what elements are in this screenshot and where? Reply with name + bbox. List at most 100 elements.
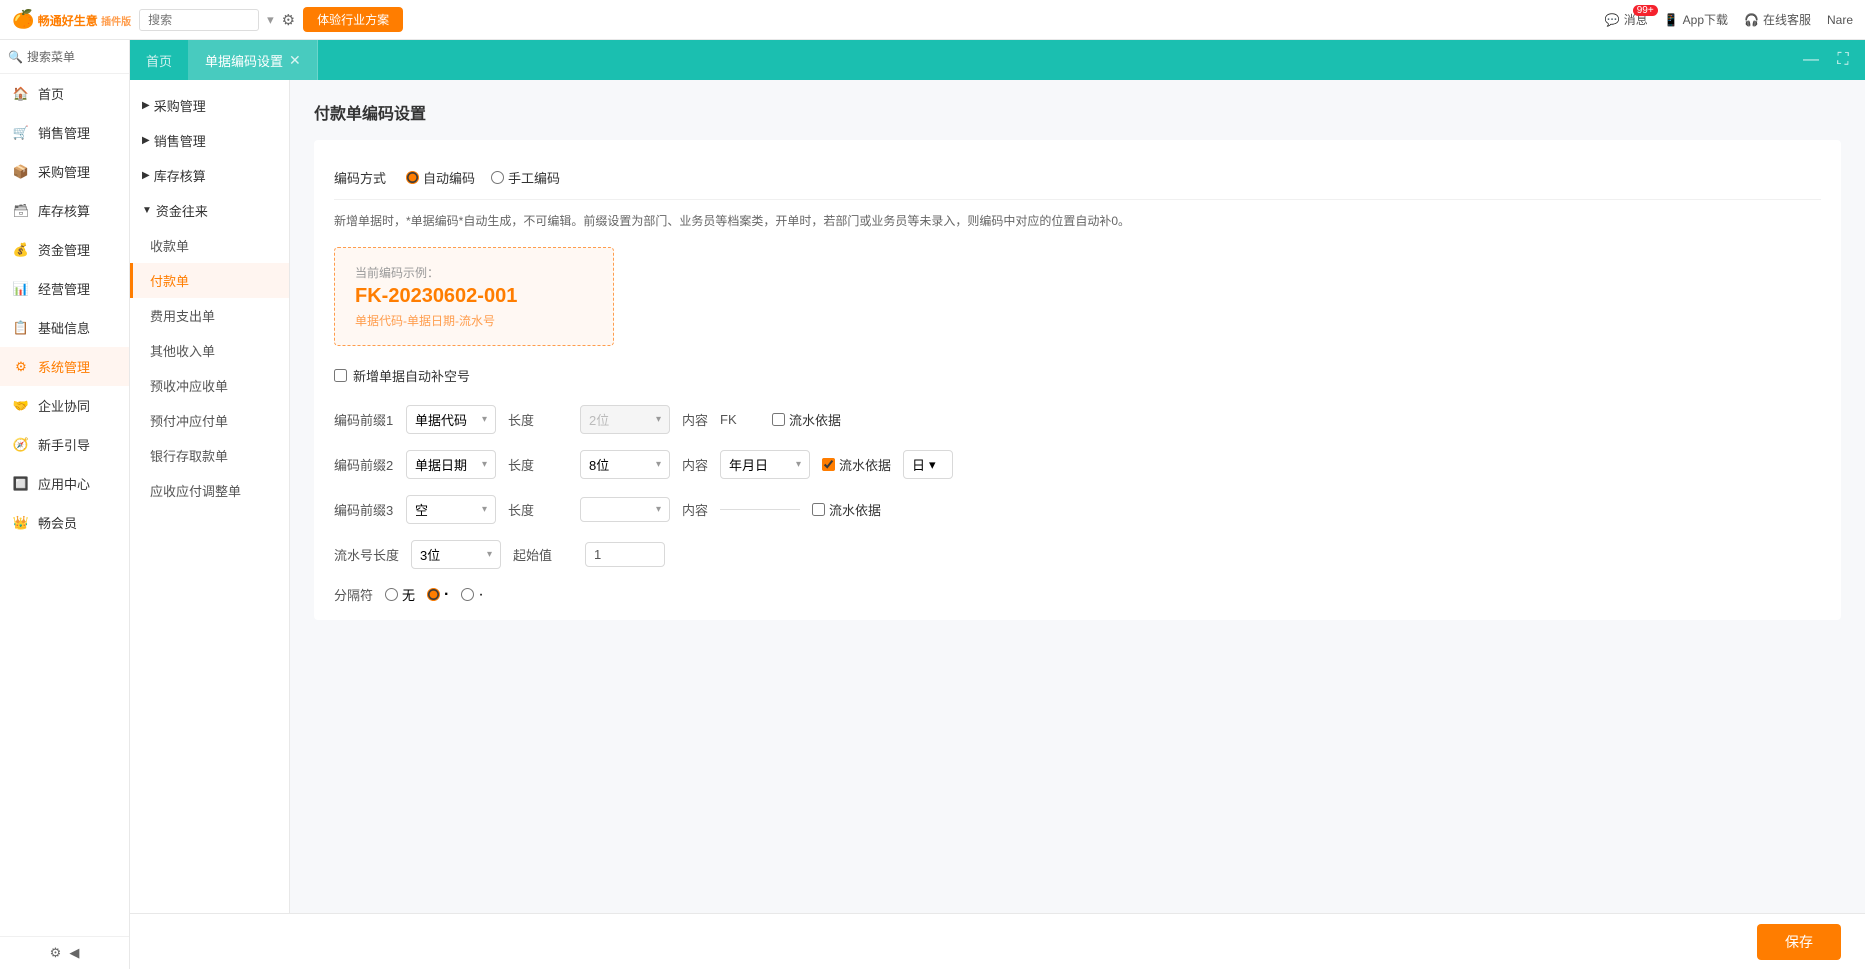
auto-fill-checkbox[interactable] [334, 369, 347, 382]
auto-fill-row: 新增单据自动补空号 [334, 366, 1821, 385]
arrow-right-icon: ▶ [142, 135, 150, 146]
left-sidebar: 🔍 搜索菜单 🏠 首页 🛒 销售管理 📦 采购管理 🗃 库存核算 💰 资金管理 … [0, 40, 130, 969]
top-bar-left: 🍊 畅通好生意 插件版 ▾ ⚙ 体验行业方案 [12, 7, 1597, 32]
separator-none-radio[interactable] [385, 588, 398, 601]
tab-home-label: 首页 [146, 51, 172, 70]
message-btn[interactable]: 💬 消息 99+ [1605, 11, 1648, 28]
serial-basis3-checkbox: 流水依据 [812, 500, 881, 519]
content1-label: 内容 [682, 410, 708, 429]
sidebar-item-label: 采购管理 [38, 162, 90, 181]
service-icon: 🎧 [1744, 13, 1759, 27]
second-sidebar-header-purchase[interactable]: ▶ 采购管理 [130, 88, 289, 123]
separator-dot-option[interactable]: · [427, 586, 449, 604]
serial-basis2-check[interactable] [822, 458, 835, 471]
sidebar-item-manage[interactable]: 📊 经营管理 [0, 269, 129, 308]
tab-bar: 首页 单据编码设置 ✕ — ⛶ [130, 40, 1865, 80]
prefix3-label: 编码前缀3 [334, 500, 394, 519]
select-arrow-icon: ▾ [656, 414, 661, 425]
user-menu[interactable]: Nare [1827, 13, 1853, 27]
sidebar-item-info[interactable]: 📋 基础信息 [0, 308, 129, 347]
separator-dot-radio[interactable] [427, 588, 440, 601]
sidebar-search[interactable]: 🔍 搜索菜单 [0, 40, 129, 74]
separator-none-option[interactable]: 无 [385, 585, 415, 604]
coding-method-row: 编码方式 自动编码 手工编码 [334, 156, 1821, 200]
sidebar-item-sales[interactable]: 🛒 销售管理 [0, 113, 129, 152]
start-value-input[interactable] [585, 542, 665, 567]
second-sidebar-item-advance-receipt[interactable]: 预收冲应收单 [130, 368, 289, 403]
length1-label: 长度 [508, 410, 568, 429]
separator-dot2-option[interactable]: · [461, 586, 483, 604]
manual-coding-radio[interactable] [491, 171, 504, 184]
sidebar-item-label: 企业协同 [38, 396, 90, 415]
sidebar-item-inventory[interactable]: 🗃 库存核算 [0, 191, 129, 230]
second-sidebar-item-advance-payment[interactable]: 预付冲应付单 [130, 403, 289, 438]
manual-coding-option[interactable]: 手工编码 [491, 168, 560, 187]
tab-close-icon[interactable]: ✕ [289, 52, 301, 69]
serial-length-select[interactable]: 3位 ▾ [411, 540, 501, 569]
sidebar-item-system[interactable]: ⚙ 系统管理 [0, 347, 129, 386]
experience-btn[interactable]: 体验行业方案 [303, 7, 403, 32]
page-title: 付款单编码设置 [314, 100, 1841, 124]
collapse-icon[interactable]: ◀ [69, 945, 79, 961]
serial-basis3-check[interactable] [812, 503, 825, 516]
purchase-icon: 📦 [12, 163, 30, 181]
second-sidebar-item-other-income[interactable]: 其他收入单 [130, 333, 289, 368]
second-sidebar-header-sales[interactable]: ▶ 销售管理 [130, 123, 289, 158]
second-sidebar-item-receipt[interactable]: 收款单 [130, 228, 289, 263]
separator-dot2-radio[interactable] [461, 588, 474, 601]
gear-icon[interactable]: ⚙ [282, 11, 295, 29]
second-sidebar-group-purchase: ▶ 采购管理 [130, 88, 289, 123]
content2-select[interactable]: 年月日 ▾ [720, 450, 810, 479]
form-row-prefix1: 编码前缀1 单据代码 ▾ 长度 2位 ▾ 内容 FK [334, 405, 1821, 434]
second-sidebar-item-adjustment[interactable]: 应收应付调整单 [130, 473, 289, 508]
search-input[interactable] [139, 9, 259, 31]
sidebar-item-home[interactable]: 🏠 首页 [0, 74, 129, 113]
serial-length-label: 流水号长度 [334, 545, 399, 564]
sidebar-item-collab[interactable]: 🤝 企业协同 [0, 386, 129, 425]
save-button[interactable]: 保存 [1757, 924, 1841, 960]
prefix2-select[interactable]: 单据日期 ▾ [406, 450, 496, 479]
maximize-icon[interactable]: ⛶ [1829, 46, 1857, 74]
tab-home[interactable]: 首页 [130, 40, 189, 80]
sidebar-item-label: 资金管理 [38, 240, 90, 259]
sidebar-item-label: 新手引导 [38, 435, 90, 454]
second-sidebar-item-bank[interactable]: 银行存取款单 [130, 438, 289, 473]
second-sidebar-group-inventory: ▶ 库存核算 [130, 158, 289, 193]
select-arrow-icon: ▾ [929, 457, 936, 473]
length3-select[interactable]: ▾ [580, 497, 670, 522]
sidebar-item-purchase[interactable]: 📦 采购管理 [0, 152, 129, 191]
serial-basis2-checkbox: 流水依据 [822, 455, 891, 474]
length2-select[interactable]: 8位 ▾ [580, 450, 670, 479]
chevron-down-icon[interactable]: ▾ [267, 12, 274, 28]
arrow-right-icon: ▶ [142, 100, 150, 111]
tab-document-coding[interactable]: 单据编码设置 ✕ [189, 40, 318, 80]
second-sidebar-item-expense[interactable]: 费用支出单 [130, 298, 289, 333]
sidebar-item-apps[interactable]: 🔲 应用中心 [0, 464, 129, 503]
content2-label: 内容 [682, 455, 708, 474]
prefix3-select[interactable]: 空 ▾ [406, 495, 496, 524]
sidebar-item-guide[interactable]: 🧭 新手引导 [0, 425, 129, 464]
tab-bar-actions: — ⛶ [1797, 46, 1865, 74]
preview-desc: 单据代码-单据日期-流水号 [355, 312, 593, 329]
sidebar-item-money[interactable]: 💰 资金管理 [0, 230, 129, 269]
sidebar-item-member[interactable]: 👑 畅会员 [0, 503, 129, 542]
minimize-icon[interactable]: — [1797, 46, 1825, 74]
second-sidebar-item-payment[interactable]: 付款单 [130, 263, 289, 298]
second-sidebar-header-fund[interactable]: ▼ 资金往来 [130, 193, 289, 228]
basis2-inline-select[interactable]: 日 ▾ [903, 450, 953, 479]
settings-bottom-icon[interactable]: ⚙ [50, 945, 62, 961]
auto-coding-radio[interactable] [406, 171, 419, 184]
select-arrow-icon: ▾ [796, 459, 801, 470]
prefix1-select[interactable]: 单据代码 ▾ [406, 405, 496, 434]
form-row-prefix3: 编码前缀3 空 ▾ 长度 ▾ 内容 [334, 495, 1821, 524]
content1-value: FK [720, 412, 760, 427]
separator-row: 分隔符 无 · · [334, 585, 1821, 604]
auto-coding-option[interactable]: 自动编码 [406, 168, 475, 187]
length1-select[interactable]: 2位 ▾ [580, 405, 670, 434]
app-download-btn[interactable]: 📱 App下载 [1664, 11, 1728, 28]
second-sidebar-header-inventory[interactable]: ▶ 库存核算 [130, 158, 289, 193]
serial-basis1-check[interactable] [772, 413, 785, 426]
money-icon: 💰 [12, 241, 30, 259]
online-service-btn[interactable]: 🎧 在线客服 [1744, 11, 1811, 28]
system-icon: ⚙ [12, 358, 30, 376]
